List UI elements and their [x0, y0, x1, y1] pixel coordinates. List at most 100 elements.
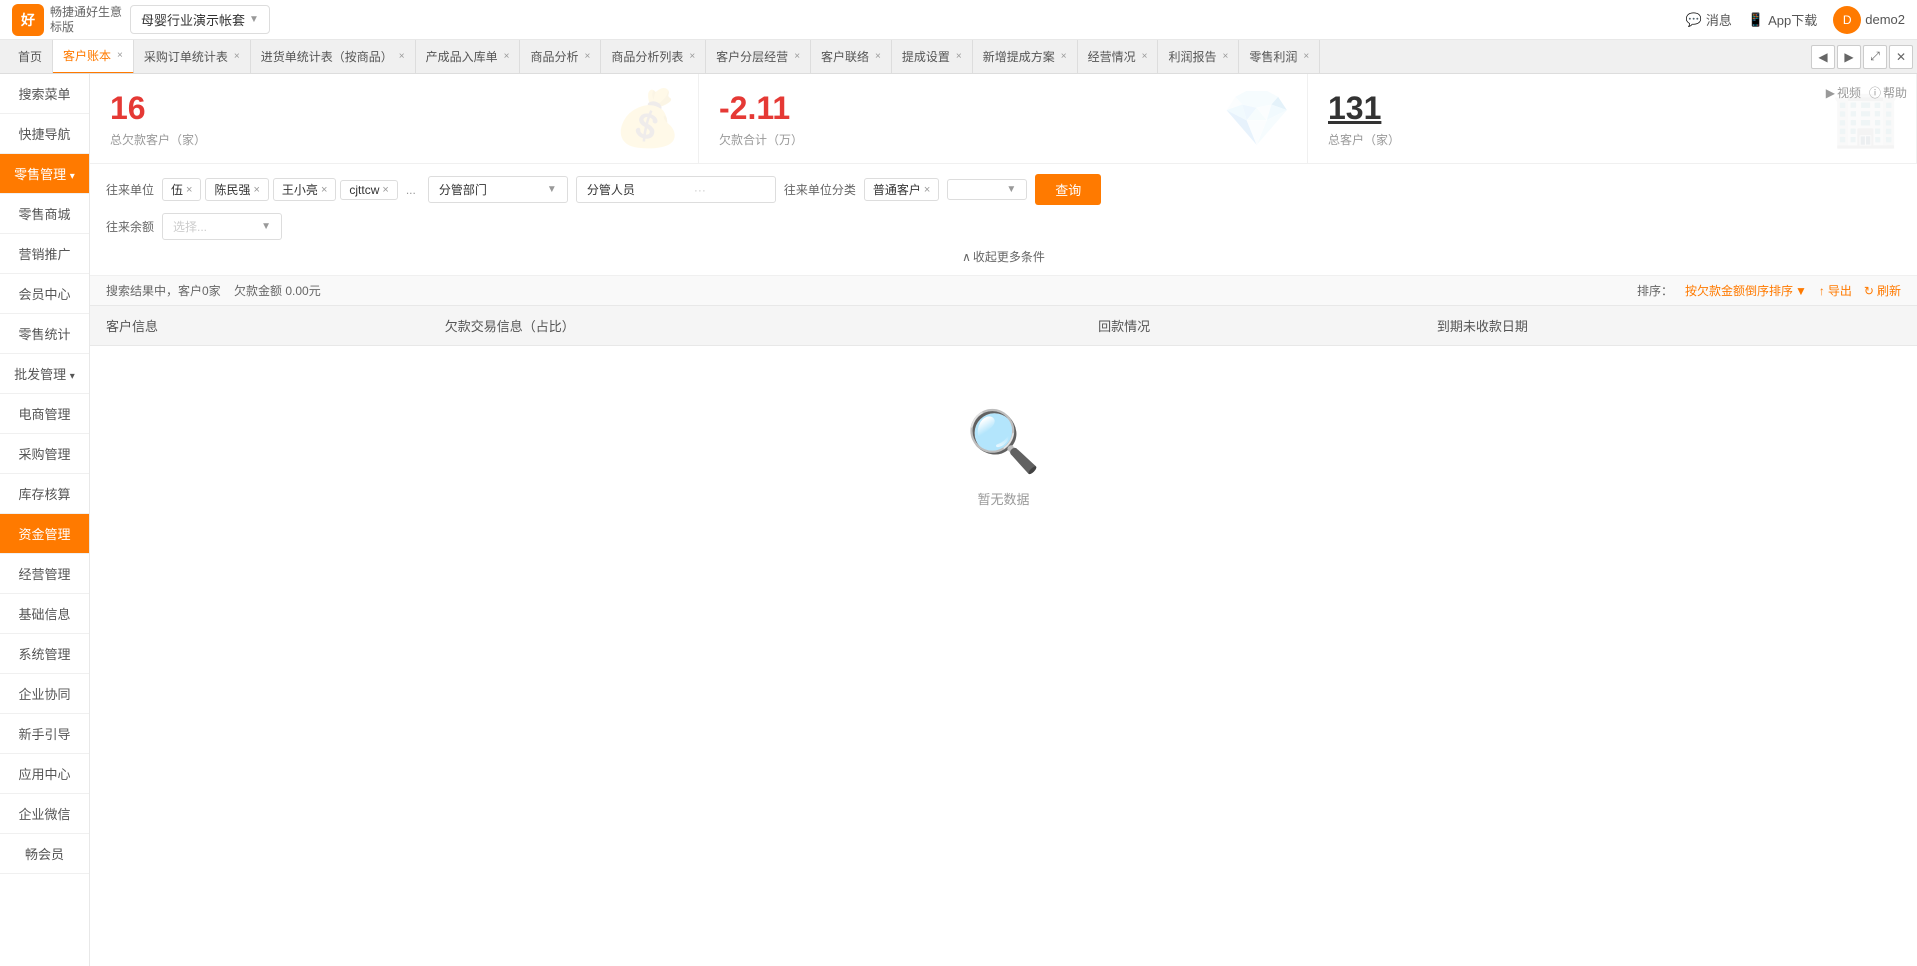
avatar: D	[1833, 6, 1861, 34]
tab-close-icon[interactable]: ×	[1061, 51, 1067, 62]
tab-right-button[interactable]: ▶	[1837, 45, 1861, 69]
refresh-button[interactable]: ↻ 刷新	[1864, 282, 1901, 299]
export-button[interactable]: ↑ 导出	[1819, 282, 1852, 299]
tab-expand-button[interactable]: ⤢	[1863, 45, 1887, 69]
sidebar-item-14[interactable]: 系统管理	[0, 634, 89, 674]
tab-item-13[interactable]: 零售利润×	[1239, 40, 1320, 74]
export-icon: ↑	[1819, 284, 1825, 298]
messages-button[interactable]: 💬 消息	[1686, 10, 1732, 29]
tab-item-9[interactable]: 提成设置×	[892, 40, 973, 74]
stat-text: -2.11 欠款合计（万）	[719, 90, 803, 148]
tab-item-2[interactable]: 采购订单统计表×	[134, 40, 251, 74]
tab-close-icon[interactable]: ×	[1142, 51, 1148, 62]
sidebar-item-19[interactable]: 畅会员	[0, 834, 89, 874]
query-button[interactable]: 查询	[1035, 174, 1101, 205]
sidebar-item-12[interactable]: 经营管理	[0, 554, 89, 594]
tab-item-10[interactable]: 新增提成方案×	[973, 40, 1078, 74]
sidebar-item-3[interactable]: 零售商城	[0, 194, 89, 234]
empty-state: 🔍 暂无数据	[90, 346, 1917, 568]
play-icon: ▶	[1826, 86, 1835, 100]
tab-close-icon[interactable]: ×	[875, 51, 881, 62]
sidebar-item-10[interactable]: 库存核算	[0, 474, 89, 514]
main-layout: 搜索菜单快捷导航零售管理 ▾零售商城营销推广会员中心零售统计批发管理 ▾电商管理…	[0, 74, 1917, 966]
tab-close-icon[interactable]: ×	[689, 51, 695, 62]
empty-text: 暂无数据	[977, 489, 1029, 508]
tab-close-icon[interactable]: ×	[1222, 51, 1228, 62]
tab-item-7[interactable]: 客户分层经营×	[706, 40, 811, 74]
tab-left-button[interactable]: ◀	[1811, 45, 1835, 69]
top-bar-left: 好 畅捷通好生意 标版 母婴行业演示帐套 ▼	[12, 4, 270, 36]
sidebar-item-18[interactable]: 企业微信	[0, 794, 89, 834]
close-icon[interactable]: ×	[924, 184, 930, 196]
sidebar-item-8[interactable]: 电商管理	[0, 394, 89, 434]
dept-dropdown[interactable]: 分管部门 ▼	[428, 176, 568, 203]
tab-close-icon[interactable]: ×	[956, 51, 962, 62]
sidebar-item-1[interactable]: 快捷导航	[0, 114, 89, 154]
tab-item-0[interactable]: 首页	[8, 40, 53, 74]
sidebar-item-13[interactable]: 基础信息	[0, 594, 89, 634]
sidebar-item-6[interactable]: 零售统计	[0, 314, 89, 354]
account-selector[interactable]: 母婴行业演示帐套 ▼	[130, 5, 270, 34]
chevron-icon: ▾	[70, 371, 75, 382]
filter-tag[interactable]: 王小亮×	[273, 178, 336, 201]
tab-item-5[interactable]: 商品分析×	[520, 40, 601, 74]
unit-type-dropdown[interactable]: ▼	[947, 179, 1027, 200]
unit-type-tag[interactable]: 普通客户×	[864, 178, 939, 201]
sidebar-item-0[interactable]: 搜索菜单	[0, 74, 89, 114]
logo-text: 畅捷通好生意 标版	[50, 5, 122, 34]
tab-close-icon[interactable]: ×	[117, 50, 123, 61]
sidebar-item-16[interactable]: 新手引导	[0, 714, 89, 754]
unit-label: 往来单位	[106, 181, 154, 198]
close-icon[interactable]: ×	[321, 184, 327, 196]
tab-close-icon[interactable]: ×	[504, 51, 510, 62]
unit-type-label: 往来单位分类	[784, 181, 856, 198]
video-link[interactable]: ▶ 视频	[1826, 84, 1861, 101]
sidebar-item-17[interactable]: 应用中心	[0, 754, 89, 794]
filter-row-1: 往来单位 伍×陈民强×王小亮×cjttcw×... 分管部门 ▼ 分管人员 ··…	[106, 174, 1901, 205]
tab-item-12[interactable]: 利润报告×	[1158, 40, 1239, 74]
filter-area: 往来单位 伍×陈民强×王小亮×cjttcw×... 分管部门 ▼ 分管人员 ··…	[90, 164, 1917, 276]
tab-close-icon[interactable]: ×	[1303, 51, 1309, 62]
content-area: 💰 16 总欠款客户（家） 💎 -2.11 欠款合计（万） 🏢 131 总客户（…	[90, 74, 1917, 966]
close-icon[interactable]: ×	[253, 184, 259, 196]
filter-tag[interactable]: 伍×	[162, 178, 201, 201]
table-header: 回款情况	[1082, 306, 1421, 346]
tab-close-all-button[interactable]: ✕	[1889, 45, 1913, 69]
sidebar-item-5[interactable]: 会员中心	[0, 274, 89, 314]
tab-item-6[interactable]: 商品分析列表×	[601, 40, 706, 74]
stat-item-1: 💎 -2.11 欠款合计（万）	[699, 74, 1308, 163]
more-tags-button[interactable]: ...	[402, 181, 420, 199]
user-menu[interactable]: D demo2	[1833, 6, 1905, 34]
app-download-button[interactable]: 📱 App下载	[1748, 10, 1817, 29]
sidebar-item-2[interactable]: 零售管理 ▾	[0, 154, 89, 194]
chevron-icon: ▾	[70, 171, 75, 182]
tab-item-8[interactable]: 客户联络×	[811, 40, 892, 74]
tab-close-icon[interactable]: ×	[234, 51, 240, 62]
tab-item-3[interactable]: 进货单统计表（按商品）×	[251, 40, 416, 74]
table-area: 客户信息欠款交易信息（占比）回款情况到期未收款日期 🔍 暂无数据	[90, 306, 1917, 966]
close-icon[interactable]: ×	[186, 184, 192, 196]
tab-item-1[interactable]: 客户账本×	[53, 40, 134, 74]
tab-item-4[interactable]: 产成品入库单×	[416, 40, 521, 74]
collapse-button[interactable]: ∧ 收起更多条件	[962, 248, 1045, 265]
person-dropdown[interactable]: 分管人员 ···	[576, 176, 776, 203]
sidebar-item-7[interactable]: 批发管理 ▾	[0, 354, 89, 394]
close-icon[interactable]: ×	[382, 184, 388, 196]
result-actions: 排序： 按欠款金额倒序排序 ▼ ↑ 导出 ↻ 刷新	[1637, 282, 1901, 299]
tab-close-icon[interactable]: ×	[399, 51, 405, 62]
filter-tag[interactable]: 陈民强×	[205, 178, 268, 201]
sort-dropdown[interactable]: 按欠款金额倒序排序 ▼	[1685, 282, 1807, 299]
tab-close-icon[interactable]: ×	[584, 51, 590, 62]
tab-item-11[interactable]: 经营情况×	[1078, 40, 1159, 74]
sidebar-item-15[interactable]: 企业协同	[0, 674, 89, 714]
download-icon: 📱	[1748, 12, 1764, 28]
balance-dropdown[interactable]: 选择... ▼	[162, 213, 282, 240]
sidebar-item-4[interactable]: 营销推广	[0, 234, 89, 274]
help-link[interactable]: ⓘ 帮助	[1869, 84, 1907, 101]
filter-tag[interactable]: cjttcw×	[340, 180, 397, 200]
tab-bar: 首页客户账本×采购订单统计表×进货单统计表（按商品）×产成品入库单×商品分析×商…	[0, 40, 1917, 74]
logo-icon: 好	[12, 4, 44, 36]
sidebar-item-11[interactable]: 资金管理	[0, 514, 89, 554]
tab-close-icon[interactable]: ×	[794, 51, 800, 62]
sidebar-item-9[interactable]: 采购管理	[0, 434, 89, 474]
